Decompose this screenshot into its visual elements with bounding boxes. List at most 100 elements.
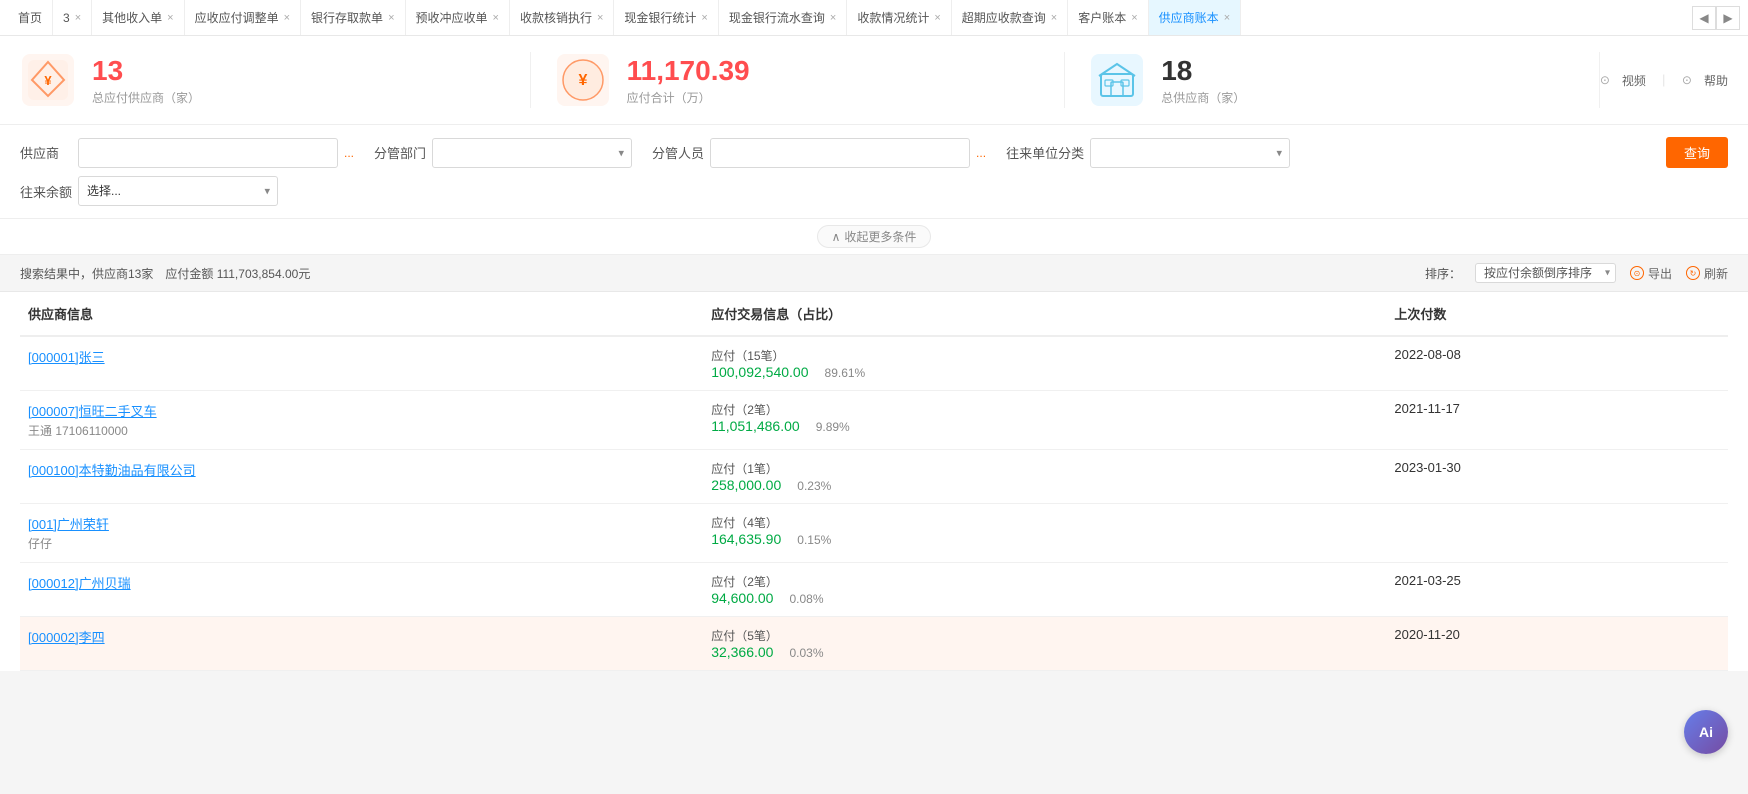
nav-tab-other-income[interactable]: 其他收入单 × xyxy=(92,0,184,36)
nav-tab-receipt-exec[interactable]: 收款核销执行 × xyxy=(510,0,614,36)
category-filter-label: 往来单位分类 xyxy=(1006,143,1084,162)
tx-count: （1笔） xyxy=(735,462,778,476)
nav-next-button[interactable]: ▶ xyxy=(1716,6,1740,30)
supplier-input[interactable] xyxy=(78,138,338,168)
nav-tab-cash-flow-close[interactable]: × xyxy=(830,12,836,24)
table-row[interactable]: [000012]广州贝瑞应付（2笔）94,600.000.08%2021-03-… xyxy=(20,563,1728,617)
nav-tab-cash-stat-close[interactable]: × xyxy=(701,12,707,24)
refresh-button[interactable]: ↻ 刷新 xyxy=(1686,265,1728,282)
nav-tab-supplier-ledger[interactable]: 供应商账本 × xyxy=(1149,0,1241,36)
tx-count: （4笔） xyxy=(735,516,778,530)
nav-tab-overdue-close[interactable]: × xyxy=(1051,12,1057,24)
nav-prev-button[interactable]: ◀ xyxy=(1692,6,1716,30)
supplier-link[interactable]: [000100]本特勤油品有限公司 xyxy=(28,463,196,478)
table-row[interactable]: [000007]恒旺二手叉车王通 17106110000应付（2笔）11,051… xyxy=(20,391,1728,450)
svg-text:¥: ¥ xyxy=(578,72,587,89)
supplier-cell: [001]广州荣轩仔仔 xyxy=(20,504,703,563)
nav-tab-cash-stat[interactable]: 现金银行统计 × xyxy=(614,0,718,36)
supplier-link[interactable]: [000007]恒旺二手叉车 xyxy=(28,404,157,419)
tx-amount[interactable]: 258,000.00 xyxy=(711,477,781,493)
nav-tab-overdue[interactable]: 超期应收款查询 × xyxy=(952,0,1068,36)
sort-select[interactable]: 按应付余额倒序排序 按应付余额正序排序 按名称排序 xyxy=(1475,263,1616,283)
person-ellipsis[interactable]: ... xyxy=(976,146,986,160)
col-header-supplier: 供应商信息 xyxy=(20,292,703,336)
nav-tab-adjust[interactable]: 应收应付调整单 × xyxy=(185,0,301,36)
supplier-link[interactable]: [001]广州荣轩 xyxy=(28,517,109,532)
supplier-link[interactable]: [000001]张三 xyxy=(28,350,105,365)
person-filter-label: 分管人员 xyxy=(652,143,704,162)
nav-tab-3-close[interactable]: × xyxy=(75,12,81,24)
store-icon xyxy=(1089,52,1145,108)
table-row[interactable]: [000002]李四应付（5笔）32,366.000.03%2020-11-20 xyxy=(20,617,1728,671)
supplier-link[interactable]: [000012]广州贝瑞 xyxy=(28,576,131,591)
nav-tab-bank-label: 银行存取款单 xyxy=(311,9,383,26)
nav-arrows: ◀ ▶ xyxy=(1692,6,1740,30)
tx-pct: 9.89% xyxy=(816,420,850,434)
nav-tab-other-income-close[interactable]: × xyxy=(167,12,173,24)
supplier-cell: [000012]广州贝瑞 xyxy=(20,563,703,617)
nav-tab-receipt-exec-close[interactable]: × xyxy=(597,12,603,24)
supplier-link[interactable]: [000002]李四 xyxy=(28,630,105,645)
person-input[interactable] xyxy=(710,138,970,168)
nav-tab-adjust-close[interactable]: × xyxy=(284,12,290,24)
query-button[interactable]: 查询 xyxy=(1666,137,1728,168)
nav-tab-prepay-close[interactable]: × xyxy=(493,12,499,24)
sort-area: 排序： 按应付余额倒序排序 按应付余额正序排序 按名称排序 ⊙ 导出 ↻ 刷新 xyxy=(1425,263,1728,283)
nav-tab-cash-flow[interactable]: 现金银行流水查询 × xyxy=(719,0,847,36)
export-label: 导出 xyxy=(1648,265,1672,282)
nav-tab-supplier-ledger-close[interactable]: × xyxy=(1224,12,1230,24)
supplier-cell: [000001]张三 xyxy=(20,336,703,391)
nav-tab-home[interactable]: 首页 xyxy=(8,0,53,36)
tx-amount[interactable]: 100,092,540.00 xyxy=(711,364,808,380)
collapse-button[interactable]: ∧ 收起更多条件 xyxy=(817,225,932,248)
tx-amount[interactable]: 94,600.00 xyxy=(711,590,773,606)
tx-amount[interactable]: 164,635.90 xyxy=(711,531,781,547)
nav-tab-bank[interactable]: 银行存取款单 × xyxy=(301,0,405,36)
tx-cell: 应付（4笔）164,635.900.15% xyxy=(703,504,1386,563)
tx-cell: 应付（15笔）100,092,540.0089.61% xyxy=(703,336,1386,391)
nav-tab-receipt-stat[interactable]: 收款情况统计 × xyxy=(847,0,951,36)
refresh-label: 刷新 xyxy=(1704,265,1728,282)
collapse-icon: ∧ xyxy=(832,230,841,244)
header-row: 供应商信息 应付交易信息（占比） 上次付数 xyxy=(20,292,1728,336)
nav-tab-customer-ledger-close[interactable]: × xyxy=(1131,12,1137,24)
supplier-sub: 仔仔 xyxy=(28,535,695,552)
help-link[interactable]: 帮助 xyxy=(1704,72,1728,89)
balance-select[interactable]: 选择... xyxy=(78,176,278,206)
summary-total-suppliers: 18 总供应商（家） xyxy=(1065,52,1600,108)
summary-payable-suppliers: ¥ 13 总应付供应商（家） xyxy=(20,52,531,108)
nav-tab-prepay[interactable]: 预收冲应收单 × xyxy=(406,0,510,36)
tx-amount[interactable]: 11,051,486.00 xyxy=(711,418,800,434)
nav-tab-bank-close[interactable]: × xyxy=(388,12,394,24)
summary-payable-suppliers-content: 13 总应付供应商（家） xyxy=(92,54,200,107)
svg-text:¥: ¥ xyxy=(44,73,52,88)
nav-tab-3[interactable]: 3 × xyxy=(53,0,92,36)
dept-select[interactable] xyxy=(432,138,632,168)
table-row[interactable]: [000001]张三 应付（15笔）100,092,540.0089.61%202… xyxy=(20,336,1728,391)
table-row[interactable]: [001]广州荣轩仔仔应付（4笔）164,635.900.15% xyxy=(20,504,1728,563)
dept-select-wrapper xyxy=(432,138,632,168)
ai-button[interactable]: Ai xyxy=(1684,710,1728,754)
category-select[interactable] xyxy=(1090,138,1290,168)
data-table: 供应商信息 应付交易信息（占比） 上次付数 [000001]张三 应付（15笔）1… xyxy=(20,292,1728,671)
payable-suppliers-label: 总应付供应商（家） xyxy=(92,89,200,106)
video-link[interactable]: 视频 xyxy=(1622,72,1646,89)
tx-cell: 应付（5笔）32,366.000.03% xyxy=(703,617,1386,671)
supplier-ellipsis[interactable]: ... xyxy=(344,146,354,160)
nav-tab-receipt-stat-label: 收款情况统计 xyxy=(857,9,929,26)
last-pay-cell: 2022-08-08 xyxy=(1386,336,1728,391)
data-table-wrapper: 供应商信息 应付交易信息（占比） 上次付数 [000001]张三 应付（15笔）1… xyxy=(0,292,1748,671)
last-pay-cell: 2023-01-30 xyxy=(1386,450,1728,504)
nav-tab-receipt-stat-close[interactable]: × xyxy=(934,12,940,24)
tx-amount[interactable]: 32,366.00 xyxy=(711,644,773,660)
table-row[interactable]: [000100]本特勤油品有限公司应付（1笔）258,000.000.23%20… xyxy=(20,450,1728,504)
supplier-cell: [000100]本特勤油品有限公司 xyxy=(20,450,703,504)
supplier-sub: 王通 17106110000 xyxy=(28,422,695,439)
filter-person: 分管人员 ... xyxy=(652,138,986,168)
nav-tab-customer-ledger-label: 客户账本 xyxy=(1078,9,1126,26)
filter-supplier: 供应商 ... xyxy=(20,138,354,168)
nav-tab-customer-ledger[interactable]: 客户账本 × xyxy=(1068,0,1148,36)
export-button[interactable]: ⊙ 导出 xyxy=(1630,265,1672,282)
export-icon: ⊙ xyxy=(1630,266,1644,280)
tx-count: （2笔） xyxy=(735,575,778,589)
